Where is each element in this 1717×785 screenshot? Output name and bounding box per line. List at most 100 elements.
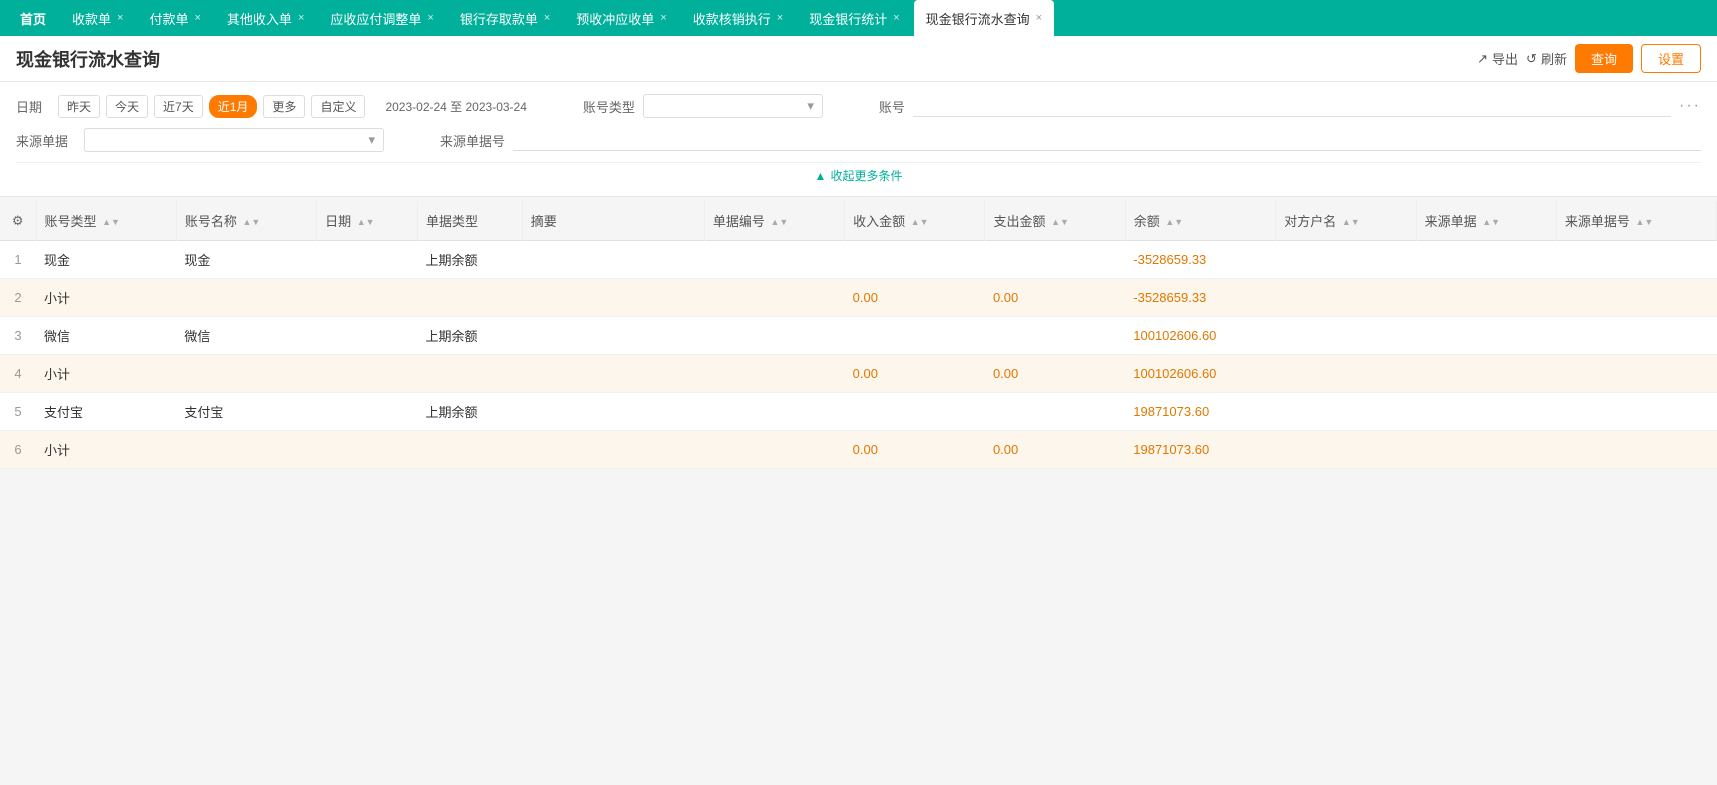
query-button[interactable]: 查询 [1575,44,1633,73]
sort-balance-icon[interactable]: ▲▼ [1165,218,1183,227]
table-row: 5支付宝支付宝上期余额19871073.60 [0,393,1717,431]
cell-doc-no [704,393,844,431]
col-settings[interactable]: ⚙ [0,201,36,241]
nav-tab-receipt[interactable]: 收款单× [60,0,135,36]
cell-source-doc-no [1556,279,1716,317]
table-settings-icon[interactable]: ⚙ [12,213,24,228]
account-dots-button[interactable]: ··· [1679,97,1701,115]
date-btn-自定义[interactable]: 自定义 [311,95,365,118]
cell-doc-type [417,279,522,317]
cell-date [317,355,418,393]
source-doc-no-input[interactable] [513,129,1701,151]
date-btn-昨天[interactable]: 昨天 [58,95,100,118]
sort-date-icon[interactable]: ▲▼ [357,218,375,227]
sort-counterpart-icon[interactable]: ▲▼ [1342,218,1360,227]
table-row: 6小计0.000.0019871073.60 [0,431,1717,469]
close-tab-cash-bank-stat-icon[interactable]: × [893,12,899,24]
cell-doc-type: 上期余额 [417,241,522,279]
date-btn-更多[interactable]: 更多 [263,95,305,118]
source-doc-select[interactable]: ▾ [84,128,384,152]
date-filter-buttons: 昨天今天近7天近1月更多自定义 [58,95,365,118]
table-row: 4小计0.000.00100102606.60 [0,355,1717,393]
date-filter-label: 日期 [16,97,42,116]
page-header: 现金银行流水查询 ↗ 导出 ↺ 刷新 查询 设置 [0,36,1717,82]
table-row: 1现金现金上期余额-3528659.33 [0,241,1717,279]
sort-source-doc-icon[interactable]: ▲▼ [1482,218,1500,227]
nav-tab-payment[interactable]: 付款单× [137,0,212,36]
cell-account-name: 现金 [176,241,316,279]
export-button[interactable]: ↗ 导出 [1477,49,1518,68]
cell-balance: 19871073.60 [1125,393,1275,431]
close-tab-ar-adjust-icon[interactable]: × [427,12,433,24]
cell-row-num: 2 [0,279,36,317]
nav-tab-bank-deposit[interactable]: 银行存取款单× [448,0,562,36]
close-tab-receipt-icon[interactable]: × [117,12,123,24]
cell-income: 0.00 [845,355,985,393]
collapse-button[interactable]: ▲ 收起更多条件 [16,162,1701,188]
close-tab-payment-icon[interactable]: × [194,12,200,24]
cell-summary [522,393,704,431]
cell-expense [985,317,1125,355]
sort-source-doc-no-icon[interactable]: ▲▼ [1636,218,1654,227]
cell-row-num: 6 [0,431,36,469]
cell-balance: -3528659.33 [1125,279,1275,317]
filter-row-date: 日期 昨天今天近7天近1月更多自定义 2023-02-24 至 2023-03-… [16,94,1701,118]
cell-income [845,317,985,355]
cell-row-num: 1 [0,241,36,279]
cell-expense [985,241,1125,279]
cell-counterpart [1276,393,1416,431]
cell-income [845,241,985,279]
cell-summary [522,241,704,279]
cell-doc-no [704,241,844,279]
cell-source-doc [1416,431,1556,469]
settings-button[interactable]: 设置 [1641,44,1701,73]
nav-tab-verify-exec[interactable]: 收款核销执行× [681,0,795,36]
cell-expense: 0.00 [985,431,1125,469]
nav-tab-cash-bank-flow[interactable]: 现金银行流水查询× [914,0,1054,36]
refresh-button[interactable]: ↺ 刷新 [1526,49,1567,68]
sort-account-type-icon[interactable]: ▲▼ [102,218,120,227]
close-tab-cash-bank-flow-icon[interactable]: × [1036,12,1042,24]
close-tab-other-income-icon[interactable]: × [298,12,304,24]
cell-source-doc [1416,355,1556,393]
sort-doc-no-icon[interactable]: ▲▼ [770,218,788,227]
dropdown-icon: ▾ [807,98,814,114]
account-type-select[interactable]: ▾ [643,94,823,118]
sort-account-name-icon[interactable]: ▲▼ [242,218,260,227]
cell-income [845,393,985,431]
sort-income-icon[interactable]: ▲▼ [911,218,929,227]
nav-tab-other-income[interactable]: 其他收入单× [215,0,316,36]
col-doc-type: 单据类型 [417,201,522,241]
nav-tab-home[interactable]: 首页 [8,0,58,36]
cell-expense [985,393,1125,431]
close-tab-bank-deposit-icon[interactable]: × [544,12,550,24]
cell-balance: -3528659.33 [1125,241,1275,279]
nav-tab-ar-adjust[interactable]: 应收应付调整单× [318,0,445,36]
sort-expense-icon[interactable]: ▲▼ [1051,218,1069,227]
cell-account-name [176,431,316,469]
refresh-icon: ↺ [1526,51,1537,67]
col-income: 收入金额 ▲▼ [845,201,985,241]
date-btn-近7天[interactable]: 近7天 [154,95,203,118]
source-doc-no-label: 来源单据号 [440,131,505,150]
date-btn-近1月[interactable]: 近1月 [209,95,258,118]
col-account-name: 账号名称 ▲▼ [176,201,316,241]
cell-counterpart [1276,317,1416,355]
date-range-display: 2023-02-24 至 2023-03-24 [385,98,526,115]
close-tab-verify-exec-icon[interactable]: × [777,12,783,24]
cell-account-name: 支付宝 [176,393,316,431]
cell-account-type: 微信 [36,317,176,355]
close-tab-advance-offset-icon[interactable]: × [660,12,666,24]
cell-account-name [176,355,316,393]
cell-account-type: 现金 [36,241,176,279]
cell-income: 0.00 [845,431,985,469]
date-btn-今天[interactable]: 今天 [106,95,148,118]
cell-source-doc-no [1556,355,1716,393]
cell-source-doc-no [1556,431,1716,469]
account-label: 账号 [879,97,905,116]
cell-expense: 0.00 [985,279,1125,317]
nav-tab-cash-bank-stat[interactable]: 现金银行统计× [797,0,911,36]
nav-tab-advance-offset[interactable]: 预收冲应收单× [564,0,678,36]
account-input[interactable] [913,95,1671,117]
cell-source-doc-no [1556,393,1716,431]
